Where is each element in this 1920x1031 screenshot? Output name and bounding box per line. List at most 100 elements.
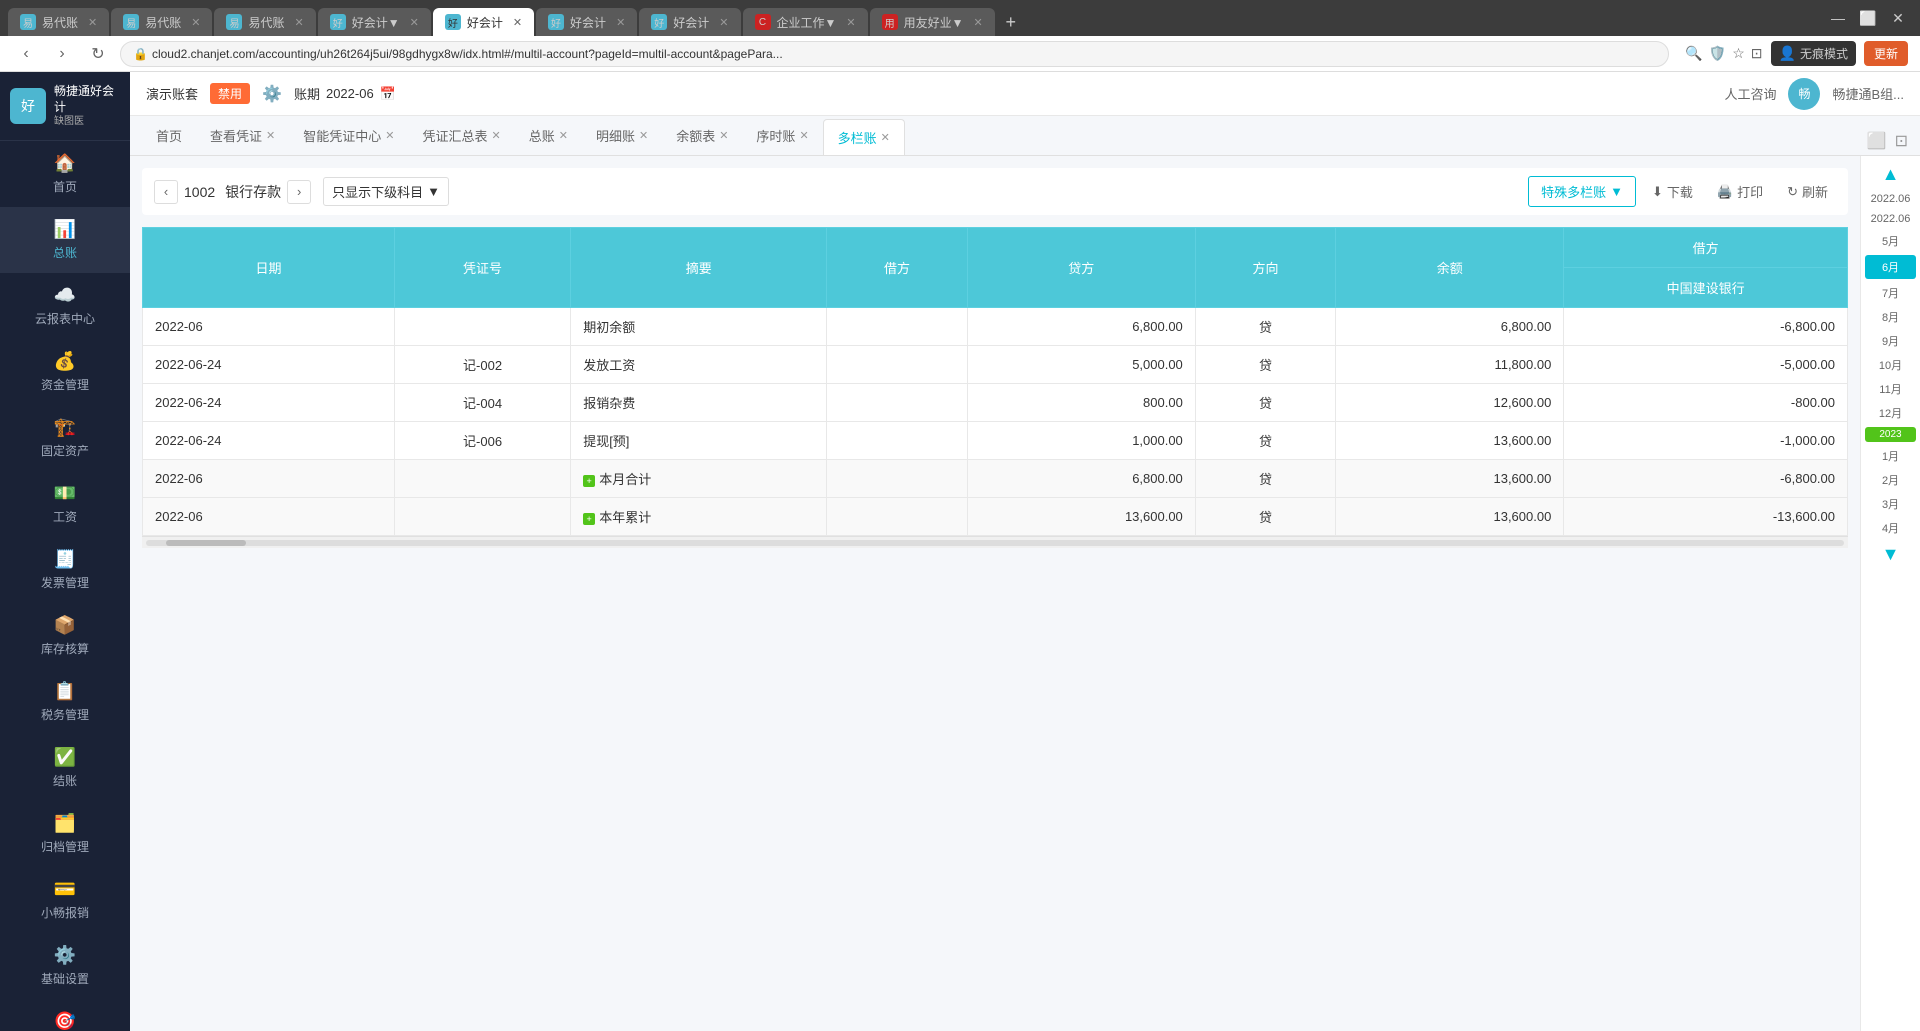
user-label: 畅捷通B组... bbox=[1832, 84, 1904, 103]
tab-close-6[interactable]: ✕ bbox=[616, 16, 625, 29]
filter-select[interactable]: 只显示下级科目 ▼ bbox=[323, 177, 449, 206]
download-button[interactable]: ⬇ 下载 bbox=[1644, 177, 1701, 206]
timeline-date-december[interactable]: 12月 bbox=[1861, 401, 1920, 425]
timeline-date-may[interactable]: 5月 bbox=[1861, 229, 1920, 253]
sidebar-item-assets[interactable]: 🏗️ 固定资产 bbox=[0, 405, 130, 471]
timeline-date-july[interactable]: 7月 bbox=[1861, 281, 1920, 305]
browser-tab-2[interactable]: 易 易代账 ✕ bbox=[111, 8, 212, 36]
tab-journal[interactable]: 序时账 ✕ bbox=[742, 118, 822, 155]
cell-voucher-link[interactable]: 记-006 bbox=[394, 422, 570, 460]
timeline-date-september[interactable]: 9月 bbox=[1861, 329, 1920, 353]
tab-view-voucher-close[interactable]: ✕ bbox=[266, 129, 275, 142]
tab-close-2[interactable]: ✕ bbox=[191, 16, 200, 29]
tab-close-8[interactable]: ✕ bbox=[846, 16, 855, 29]
update-button[interactable]: 更新 bbox=[1864, 41, 1908, 66]
search-icon[interactable]: 🔍 bbox=[1685, 45, 1702, 62]
timeline-date-2022-06-a[interactable]: 2022.06 bbox=[1861, 189, 1920, 209]
tab-smart-voucher[interactable]: 智能凭证中心 ✕ bbox=[289, 118, 408, 155]
timeline-date-mar[interactable]: 3月 bbox=[1861, 492, 1920, 516]
horizontal-scrollbar[interactable] bbox=[142, 536, 1848, 548]
calendar-icon[interactable]: 📅 bbox=[380, 86, 396, 102]
new-tab-button[interactable]: + bbox=[997, 8, 1025, 36]
tab-general-ledger[interactable]: 总账 ✕ bbox=[515, 118, 582, 155]
next-account-button[interactable]: › bbox=[287, 180, 311, 204]
tab-multi-column-close[interactable]: ✕ bbox=[881, 131, 890, 144]
shield-icon[interactable]: 🛡️ bbox=[1709, 45, 1726, 62]
sidebar-item-inventory[interactable]: 📦 库存核算 bbox=[0, 603, 130, 669]
prev-account-button[interactable]: ‹ bbox=[154, 180, 178, 204]
sidebar-item-invoice[interactable]: 🧾 发票管理 bbox=[0, 537, 130, 603]
browser-tab-3[interactable]: 易 易代账 ✕ bbox=[214, 8, 315, 36]
print-button[interactable]: 🖨️ 打印 bbox=[1709, 177, 1771, 206]
tab-close-1[interactable]: ✕ bbox=[88, 16, 97, 29]
consult-label[interactable]: 人工咨询 bbox=[1724, 84, 1776, 103]
timeline-date-october[interactable]: 10月 bbox=[1861, 353, 1920, 377]
tab-close-5[interactable]: ✕ bbox=[513, 16, 522, 29]
sidebar-icon[interactable]: ⊡ bbox=[1751, 45, 1763, 62]
sidebar-item-fund[interactable]: 💰 资金管理 bbox=[0, 339, 130, 405]
no-trace-button[interactable]: 👤 无痕模式 bbox=[1771, 41, 1856, 66]
sidebar-item-home[interactable]: 🏠 首页 bbox=[0, 141, 130, 207]
timeline-date-august[interactable]: 8月 bbox=[1861, 305, 1920, 329]
tab-detail-ledger[interactable]: 明细账 ✕ bbox=[582, 118, 662, 155]
tab-detail-ledger-close[interactable]: ✕ bbox=[639, 129, 648, 142]
topbar-settings-icon[interactable]: ⚙️ bbox=[262, 84, 282, 104]
timeline-up-button[interactable]: ▲ bbox=[1878, 160, 1904, 189]
url-bar[interactable]: 🔒 cloud2.chanjet.com/accounting/uh26t264… bbox=[120, 41, 1669, 67]
browser-tab-9[interactable]: 用 用友好业▼ ✕ bbox=[870, 8, 995, 36]
timeline-date-apr[interactable]: 4月 bbox=[1861, 516, 1920, 540]
timeline-date-november[interactable]: 11月 bbox=[1861, 377, 1920, 401]
sidebar-item-close[interactable]: ✅ 结账 bbox=[0, 735, 130, 801]
tab-smart-voucher-close[interactable]: ✕ bbox=[385, 129, 394, 142]
close-button[interactable]: ✕ bbox=[1884, 4, 1912, 32]
sidebar-item-settings[interactable]: ⚙️ 基础设置 bbox=[0, 933, 130, 999]
tab-general-ledger-close[interactable]: ✕ bbox=[559, 129, 568, 142]
cell-voucher-link[interactable]: 记-002 bbox=[394, 346, 570, 384]
refresh-button[interactable]: ↻ 刷新 bbox=[1779, 177, 1836, 206]
sidebar-item-archive[interactable]: 🗂️ 归档管理 bbox=[0, 801, 130, 867]
special-multicolumn-button[interactable]: 特殊多栏账 ▼ bbox=[1528, 176, 1636, 207]
sidebar-item-tax[interactable]: 📋 税务管理 bbox=[0, 669, 130, 735]
browser-tab-4[interactable]: 好 好会计▼ ✕ bbox=[318, 8, 431, 36]
browser-tab-5[interactable]: 好 好会计 ✕ bbox=[433, 8, 534, 36]
minimize-button[interactable]: — bbox=[1824, 4, 1852, 32]
cell-voucher-link[interactable]: 记-004 bbox=[394, 384, 570, 422]
browser-tab-7[interactable]: 好 好会计 ✕ bbox=[639, 8, 740, 36]
tab-close-3[interactable]: ✕ bbox=[294, 16, 303, 29]
tab-icon-5: 好 bbox=[445, 14, 461, 30]
tab-close-7[interactable]: ✕ bbox=[719, 16, 728, 29]
forward-button[interactable]: › bbox=[48, 40, 76, 68]
star-icon[interactable]: ☆ bbox=[1732, 45, 1745, 62]
tab-close-9[interactable]: ✕ bbox=[974, 16, 983, 29]
back-button[interactable]: ‹ bbox=[12, 40, 40, 68]
tab-view-voucher[interactable]: 查看凭证 ✕ bbox=[196, 118, 289, 155]
browser-tab-8[interactable]: C 企业工作▼ ✕ bbox=[743, 8, 868, 36]
collapse-tabs-button[interactable]: ⬜ bbox=[1867, 131, 1887, 151]
timeline-date-feb[interactable]: 2月 bbox=[1861, 468, 1920, 492]
expand-tabs-button[interactable]: ⊡ bbox=[1895, 131, 1908, 151]
browser-tab-1[interactable]: 易 易代账 ✕ bbox=[8, 8, 109, 36]
sidebar-item-guide[interactable]: 🎯 新手引导 bbox=[0, 999, 130, 1031]
cell-balance: 13,600.00 bbox=[1336, 422, 1564, 460]
tab-balance[interactable]: 余额表 ✕ bbox=[662, 118, 742, 155]
sidebar-item-salary[interactable]: 💵 工资 bbox=[0, 471, 130, 537]
browser-tab-6[interactable]: 好 好会计 ✕ bbox=[536, 8, 637, 36]
tab-multi-column[interactable]: 多栏账 ✕ bbox=[823, 119, 905, 156]
tab-home[interactable]: 首页 bbox=[142, 118, 196, 155]
refresh-nav-button[interactable]: ↻ bbox=[84, 40, 112, 68]
maximize-button[interactable]: ⬜ bbox=[1854, 4, 1882, 32]
sidebar-item-ledger[interactable]: 📊 总账 bbox=[0, 207, 130, 273]
timeline-date-june[interactable]: 6月 bbox=[1865, 255, 1916, 279]
timeline-year-2023[interactable]: 2023 bbox=[1865, 427, 1916, 442]
scroll-thumb[interactable] bbox=[166, 540, 246, 546]
timeline-date-jan[interactable]: 1月 bbox=[1861, 444, 1920, 468]
tab-close-4[interactable]: ✕ bbox=[410, 16, 419, 29]
sidebar-item-cloud[interactable]: ☁️ 云报表中心 bbox=[0, 273, 130, 339]
timeline-date-2022-06-b[interactable]: 2022.06 bbox=[1861, 209, 1920, 229]
tab-voucher-summary[interactable]: 凭证汇总表 ✕ bbox=[408, 118, 514, 155]
tab-voucher-summary-close[interactable]: ✕ bbox=[492, 129, 501, 142]
tab-balance-close[interactable]: ✕ bbox=[719, 129, 728, 142]
sidebar-item-expense[interactable]: 💳 小畅报销 bbox=[0, 867, 130, 933]
tab-journal-close[interactable]: ✕ bbox=[799, 129, 808, 142]
timeline-down-button[interactable]: ▼ bbox=[1878, 540, 1904, 569]
